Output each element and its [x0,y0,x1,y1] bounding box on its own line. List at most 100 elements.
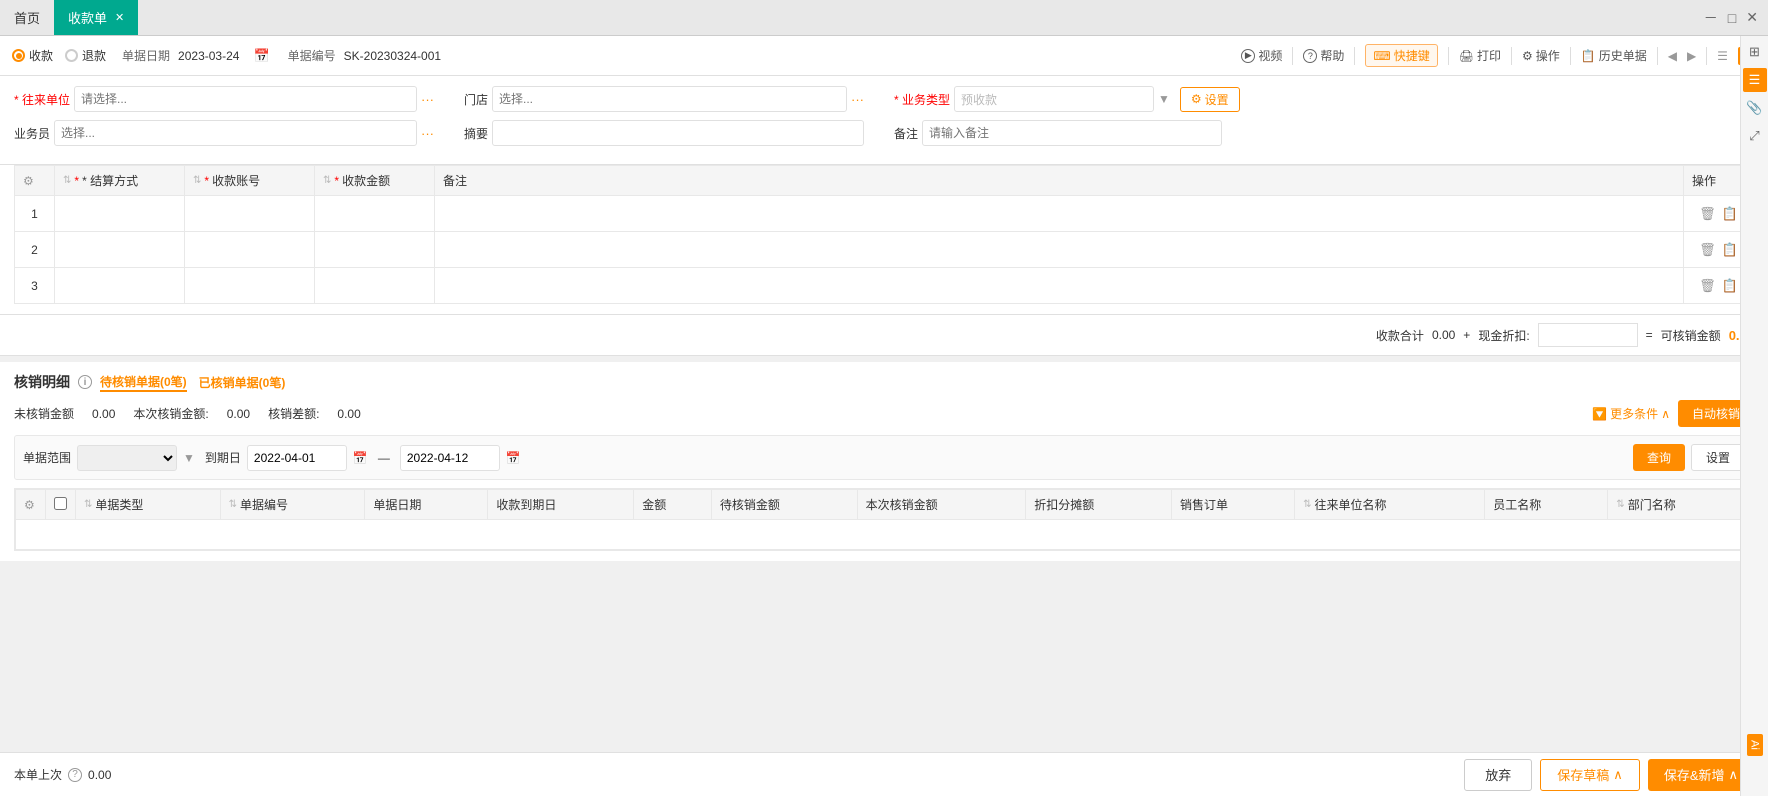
row-settle-3[interactable] [55,268,185,304]
th-gear[interactable]: ⚙ [15,166,55,196]
writeoff-tabs: 待核销单据(0笔) 已核销单据(0笔) [100,373,285,392]
tab-pending[interactable]: 待核销单据(0笔) [100,373,187,392]
tab-done[interactable]: 已核销单据(0笔) [199,374,286,391]
operation-btn[interactable]: ⚙ 操作 [1522,47,1560,64]
print-label: 打印 [1477,47,1501,64]
unchecked-label: 未核销金额 [14,405,74,422]
shop-input[interactable] [492,86,847,112]
unchecked-value: 0.00 [92,407,115,421]
staff-more-icon[interactable]: ··· [421,126,434,141]
select-all-checkbox[interactable] [54,497,67,510]
th-order-label: 销售订单 [1180,498,1228,512]
date-to-input[interactable] [400,445,500,471]
history-icon: 📋 [1581,49,1596,63]
print-btn[interactable]: 🖨 打印 [1459,47,1501,64]
calendar-from-icon[interactable]: 📅 [353,451,368,465]
video-label: 视频 [1258,47,1282,64]
row-settle-1[interactable] [55,196,185,232]
sort-number-icon: ⇅ [229,499,237,510]
date-from-input[interactable] [247,445,347,471]
remark-input[interactable] [922,120,1222,146]
row-num-1: 1 [15,196,55,232]
receipt-radio[interactable]: 收款 [12,47,53,64]
settings-button[interactable]: ⚙ 设置 [1180,87,1240,112]
video-btn[interactable]: ▶ 视频 [1241,47,1282,64]
range-select[interactable] [77,445,177,471]
gear-table-icon[interactable]: ⚙ [24,498,35,512]
tab-receipt-label: 收款单 [68,8,107,27]
date-picker-icon[interactable]: 📅 [253,48,269,64]
divider7 [1706,47,1707,65]
tab-receipt[interactable]: 收款单 ✕ [54,0,138,35]
minimize-button[interactable]: － [1704,8,1718,28]
counterpart-more-icon[interactable]: ··· [421,92,434,107]
counterpart-input[interactable] [74,86,417,112]
row-remark-2[interactable] [435,232,1684,268]
current-label: 本次核销金额: [133,405,208,422]
divider1 [1292,47,1293,65]
shortcut-btn[interactable]: ⌨ 快捷键 [1365,44,1437,67]
writeoff-info-icon[interactable]: i [78,375,92,389]
row-amount-1[interactable] [315,196,435,232]
last-order-value: 0.00 [88,768,111,782]
help-label: 帮助 [1320,47,1344,64]
row-account-1[interactable] [185,196,315,232]
row-amount-2[interactable] [315,232,435,268]
row-remark-3[interactable] [435,268,1684,304]
summary-input[interactable] [492,120,864,146]
table-row: 1 🗑 📋 [15,196,1754,232]
row-remark-1[interactable] [435,196,1684,232]
close-button[interactable]: ✕ [1746,9,1758,26]
th-number-label: 单据编号 [240,496,288,513]
more-conditions-btn[interactable]: 🔽 更多条件 ∧ [1592,405,1670,422]
row-account-3[interactable] [185,268,315,304]
staff-input[interactable] [54,120,417,146]
calendar-to-icon[interactable]: 📅 [506,451,521,465]
sidebar-attachment-icon[interactable]: 📎 [1743,96,1767,120]
row-copy-icon-2[interactable]: 📋 [1722,242,1738,258]
sidebar-list-icon[interactable]: ☰ [1743,68,1767,92]
row-copy-icon-3[interactable]: 📋 [1722,278,1738,294]
ai-label[interactable]: Ai [1747,734,1763,756]
last-order-info-icon[interactable]: ? [68,768,82,782]
range-arrow: ▼ [183,451,195,465]
sidebar-table-icon[interactable]: ⊞ [1743,40,1767,64]
list-view-icon[interactable]: ☰ [1717,49,1728,63]
discount-input[interactable] [1538,323,1638,347]
draft-button[interactable]: 保存草稿 ∧ [1540,759,1640,791]
operation-icon: ⚙ [1522,49,1533,63]
table-gear-icon[interactable]: ⚙ [23,174,34,188]
refund-radio[interactable]: 退款 [65,47,106,64]
business-type-input[interactable] [954,86,1154,112]
settings-icon: ⚙ [1191,92,1202,106]
nav-right-icon[interactable]: ▶ [1687,49,1696,63]
row-amount-3[interactable] [315,268,435,304]
th-number: ⇅ 单据编号 [220,490,365,520]
th-select-all[interactable] [46,490,76,520]
tab-receipt-close[interactable]: ✕ [115,11,124,24]
row-settle-2[interactable] [55,232,185,268]
history-btn[interactable]: 📋 历史单据 [1581,47,1647,64]
shortcut-label: 快捷键 [1394,47,1430,64]
help-btn[interactable]: ? 帮助 [1303,47,1344,64]
th-date-label: 单据日期 [373,498,421,512]
abandon-button[interactable]: 放弃 [1464,759,1532,791]
divider3 [1448,47,1449,65]
filter-icon: 🔽 [1592,407,1607,421]
writeoff-table-container: ⚙ ⇅ 单据类型 ⇅ 单据编号 [14,488,1754,551]
tab-home[interactable]: 首页 [0,0,54,35]
row-delete-icon-1[interactable]: 🗑 [1699,206,1716,222]
save-new-button[interactable]: 保存&新增 ∧ [1648,759,1754,791]
shop-more-icon[interactable]: ··· [851,92,864,107]
row-account-2[interactable] [185,232,315,268]
search-settings-btn[interactable]: 设置 [1691,444,1745,471]
query-btn[interactable]: 查询 [1633,444,1685,471]
row-copy-icon-1[interactable]: 📋 [1722,206,1738,222]
business-type-arrow[interactable]: ▼ [1158,92,1170,106]
maximize-button[interactable]: □ [1728,10,1736,26]
help-icon: ? [1303,49,1317,63]
nav-left-icon[interactable]: ◀ [1668,49,1677,63]
sidebar-expand-icon[interactable]: ⤢ [1743,124,1767,148]
row-delete-icon-2[interactable]: 🗑 [1699,242,1716,258]
row-delete-icon-3[interactable]: 🗑 [1699,278,1716,294]
